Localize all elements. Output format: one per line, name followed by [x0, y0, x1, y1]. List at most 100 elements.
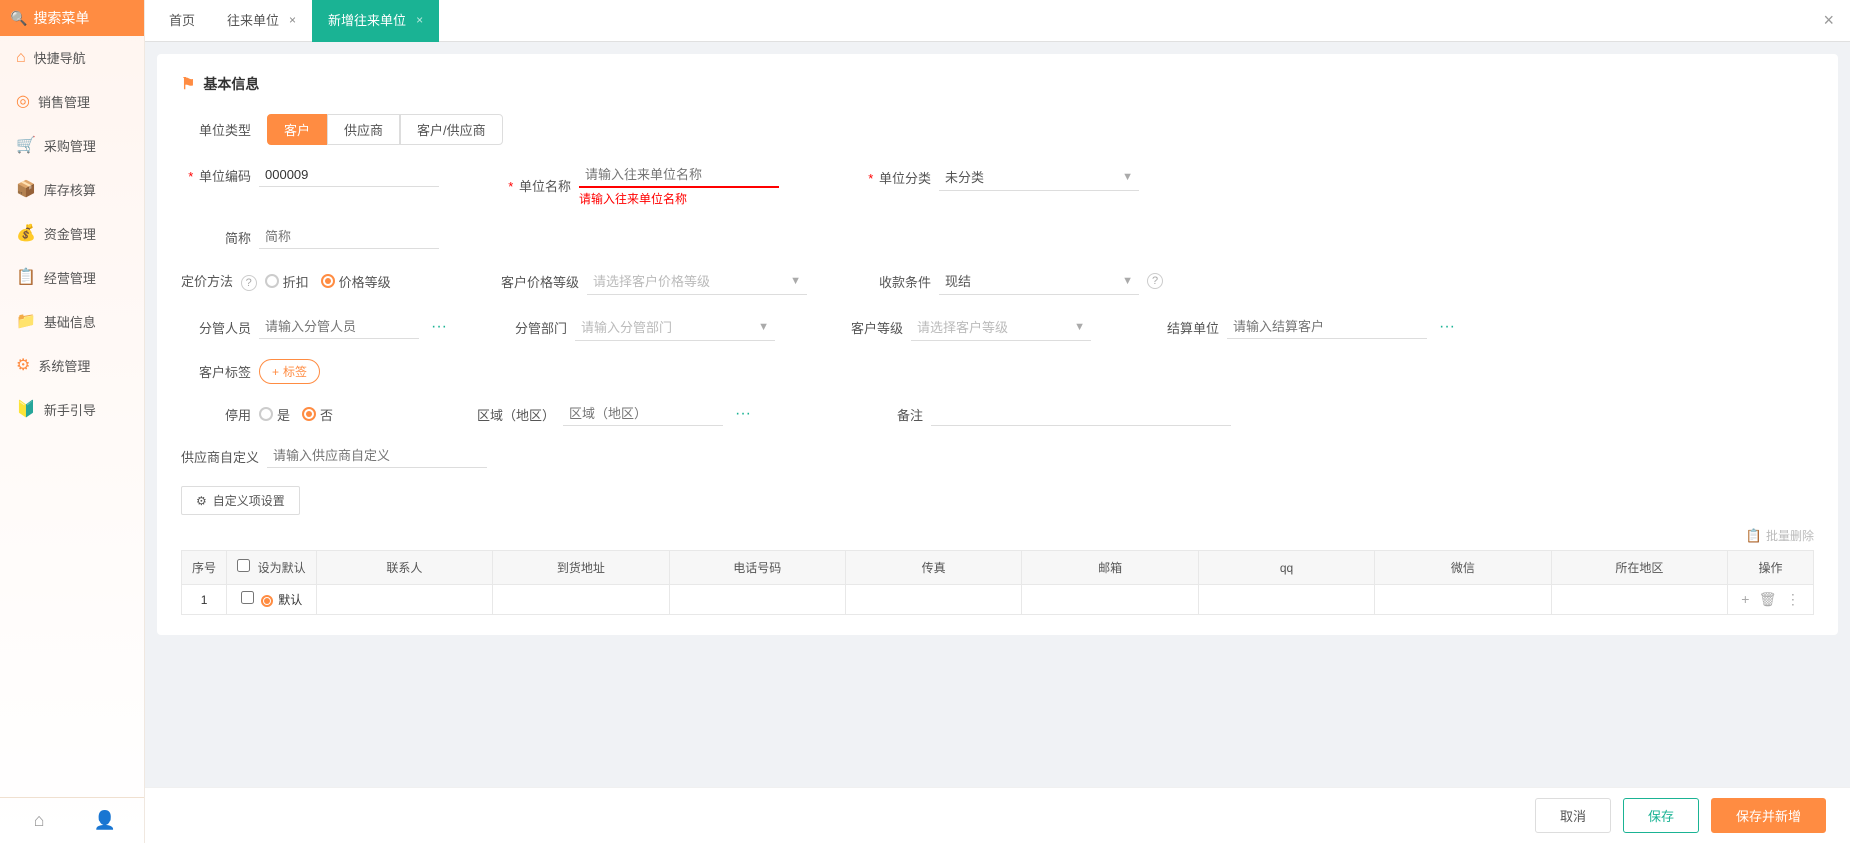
sidebar: 🔍 搜索菜单 ⌂ 快捷导航 ◎ 销售管理 🛒 采购管理 📦 库存核算 💰 资金管… — [0, 0, 145, 843]
contact-input[interactable] — [327, 593, 482, 607]
default-radio[interactable] — [261, 595, 273, 607]
disabled-no-radio[interactable] — [302, 407, 316, 421]
qq-input[interactable] — [1209, 593, 1364, 607]
scroll-handle[interactable]: ⋮ — [1786, 591, 1800, 607]
sales-icon: ◎ — [16, 91, 30, 111]
tab-partner[interactable]: 往来单位 × — [211, 0, 312, 42]
table-region-input[interactable] — [1562, 593, 1717, 607]
col-seq: 序号 — [182, 551, 227, 585]
manager-more-button[interactable]: ··· — [427, 318, 451, 336]
fax-input[interactable] — [856, 593, 1011, 607]
settlement-unit-input[interactable] — [1227, 315, 1427, 339]
tab-bar: 首页 往来单位 × 新增往来单位 × × — [145, 0, 1850, 42]
customer-level-chevron-icon: ▼ — [1074, 321, 1085, 333]
pricing-discount-radio[interactable] — [265, 274, 279, 288]
cell-seq: 1 — [182, 585, 227, 615]
remark-input[interactable] — [931, 402, 1231, 426]
customer-tag-field: 客户标签 + 标签 — [181, 359, 1814, 384]
payment-condition-help-icon[interactable]: ? — [1147, 273, 1163, 289]
search-menu-button[interactable]: 🔍 搜索菜单 — [0, 0, 144, 36]
sidebar-item-label: 采购管理 — [44, 136, 96, 155]
disabled-yes-radio[interactable] — [259, 407, 273, 421]
cell-qq — [1198, 585, 1374, 615]
unit-code-input[interactable] — [259, 163, 439, 187]
add-tag-button[interactable]: + 标签 — [259, 359, 320, 384]
cell-wechat — [1375, 585, 1551, 615]
sidebar-item-basic[interactable]: 📁 基础信息 — [0, 299, 144, 343]
disabled-no-option[interactable]: 否 — [302, 405, 333, 424]
sidebar-item-label: 快捷导航 — [34, 48, 86, 67]
col-action: 操作 — [1728, 551, 1814, 585]
customer-level-field: 客户等级 请选择客户等级 ▼ — [833, 313, 1133, 341]
region-more-button[interactable]: ··· — [731, 405, 755, 423]
pricing-discount-option[interactable]: 折扣 — [265, 272, 309, 291]
col-wechat: 微信 — [1375, 551, 1551, 585]
cell-action: + 🗑 ⋮ — [1728, 585, 1814, 615]
region-input[interactable] — [563, 402, 723, 426]
department-select[interactable]: 请输入分管部门 ▼ — [575, 313, 775, 341]
sidebar-item-guide[interactable]: 🔰 新手引导 — [0, 387, 144, 431]
unit-name-label: * 单位名称 — [501, 176, 571, 195]
search-icon: 🔍 — [10, 10, 27, 27]
save-button[interactable]: 保存 — [1623, 798, 1699, 833]
sidebar-item-inventory[interactable]: 📦 库存核算 — [0, 167, 144, 211]
sidebar-item-operations[interactable]: 📋 经营管理 — [0, 255, 144, 299]
pricing-price-level-radio[interactable] — [321, 274, 335, 288]
save-new-button[interactable]: 保存并新增 — [1711, 798, 1826, 833]
delete-row-button[interactable]: 🗑 — [1759, 591, 1777, 607]
phone-input[interactable] — [680, 593, 835, 607]
tab-partner-close[interactable]: × — [289, 13, 296, 27]
email-input[interactable] — [1032, 593, 1187, 607]
batch-delete-label[interactable]: 批量删除 — [1766, 527, 1814, 544]
settlement-unit-more-button[interactable]: ··· — [1435, 318, 1459, 336]
unit-type-customer-button[interactable]: 客户 — [267, 114, 327, 145]
cancel-button[interactable]: 取消 — [1535, 798, 1611, 833]
add-row-button[interactable]: + — [1741, 591, 1749, 607]
supplier-custom-label: 供应商自定义 — [181, 447, 259, 466]
col-fax: 传真 — [845, 551, 1021, 585]
supplier-custom-input[interactable] — [267, 444, 487, 468]
address-input[interactable] — [503, 593, 658, 607]
payment-condition-select[interactable]: 现结 ▼ — [939, 267, 1139, 295]
sidebar-item-purchase[interactable]: 🛒 采购管理 — [0, 123, 144, 167]
custom-settings-button[interactable]: ⚙ 自定义项设置 — [181, 486, 300, 515]
wechat-input[interactable] — [1385, 593, 1540, 607]
sidebar-bottom-home[interactable]: ⌂ — [8, 806, 70, 835]
cell-email — [1022, 585, 1198, 615]
unit-name-error-msg: 请输入往来单位名称 — [579, 190, 779, 207]
section-title-label: 基本信息 — [203, 74, 259, 94]
pricing-method-help-icon[interactable]: ? — [241, 275, 257, 291]
unit-type-row: 单位类型 客户 供应商 客户/供应商 — [181, 114, 1814, 145]
customer-level-select[interactable]: 请选择客户等级 ▼ — [911, 313, 1091, 341]
short-name-input[interactable] — [259, 225, 439, 249]
disabled-yes-option[interactable]: 是 — [259, 405, 290, 424]
unit-type-label: 单位类型 — [181, 120, 251, 139]
region-label: 区域（地区） — [477, 405, 555, 424]
manager-input[interactable] — [259, 315, 419, 339]
customer-tag-label: 客户标签 — [181, 362, 251, 381]
custom-settings-label: 自定义项设置 — [213, 492, 285, 509]
tab-new-partner-close[interactable]: × — [416, 13, 423, 27]
unit-category-select[interactable]: 未分类 ▼ — [939, 163, 1139, 191]
system-icon: ⚙ — [16, 355, 30, 375]
unit-name-input[interactable] — [579, 163, 779, 188]
customer-price-level-select[interactable]: 请选择客户价格等级 ▼ — [587, 267, 807, 295]
sidebar-bottom-user[interactable]: 👤 — [74, 806, 136, 835]
customer-tag-row: 客户标签 + 标签 — [181, 359, 1814, 384]
unit-type-supplier-button[interactable]: 供应商 — [327, 114, 400, 145]
unit-type-both-button[interactable]: 客户/供应商 — [400, 114, 503, 145]
select-all-checkbox[interactable] — [237, 559, 250, 572]
sidebar-item-system[interactable]: ⚙ 系统管理 — [0, 343, 144, 387]
row-checkbox[interactable] — [241, 591, 254, 604]
close-all-tabs-button[interactable]: × — [1815, 10, 1842, 31]
pricing-price-level-option[interactable]: 价格等级 — [321, 272, 391, 291]
sidebar-item-finance[interactable]: 💰 资金管理 — [0, 211, 144, 255]
disabled-radio-group: 是 否 — [259, 405, 333, 424]
bottom-home-icon: ⌂ — [34, 810, 45, 831]
tab-new-partner[interactable]: 新增往来单位 × — [312, 0, 439, 42]
sidebar-item-quick-nav[interactable]: ⌂ 快捷导航 — [0, 36, 144, 79]
customer-level-placeholder: 请选择客户等级 — [917, 317, 1008, 336]
tab-home[interactable]: 首页 — [153, 0, 211, 42]
sidebar-item-label: 销售管理 — [38, 92, 90, 111]
sidebar-item-sales[interactable]: ◎ 销售管理 — [0, 79, 144, 123]
